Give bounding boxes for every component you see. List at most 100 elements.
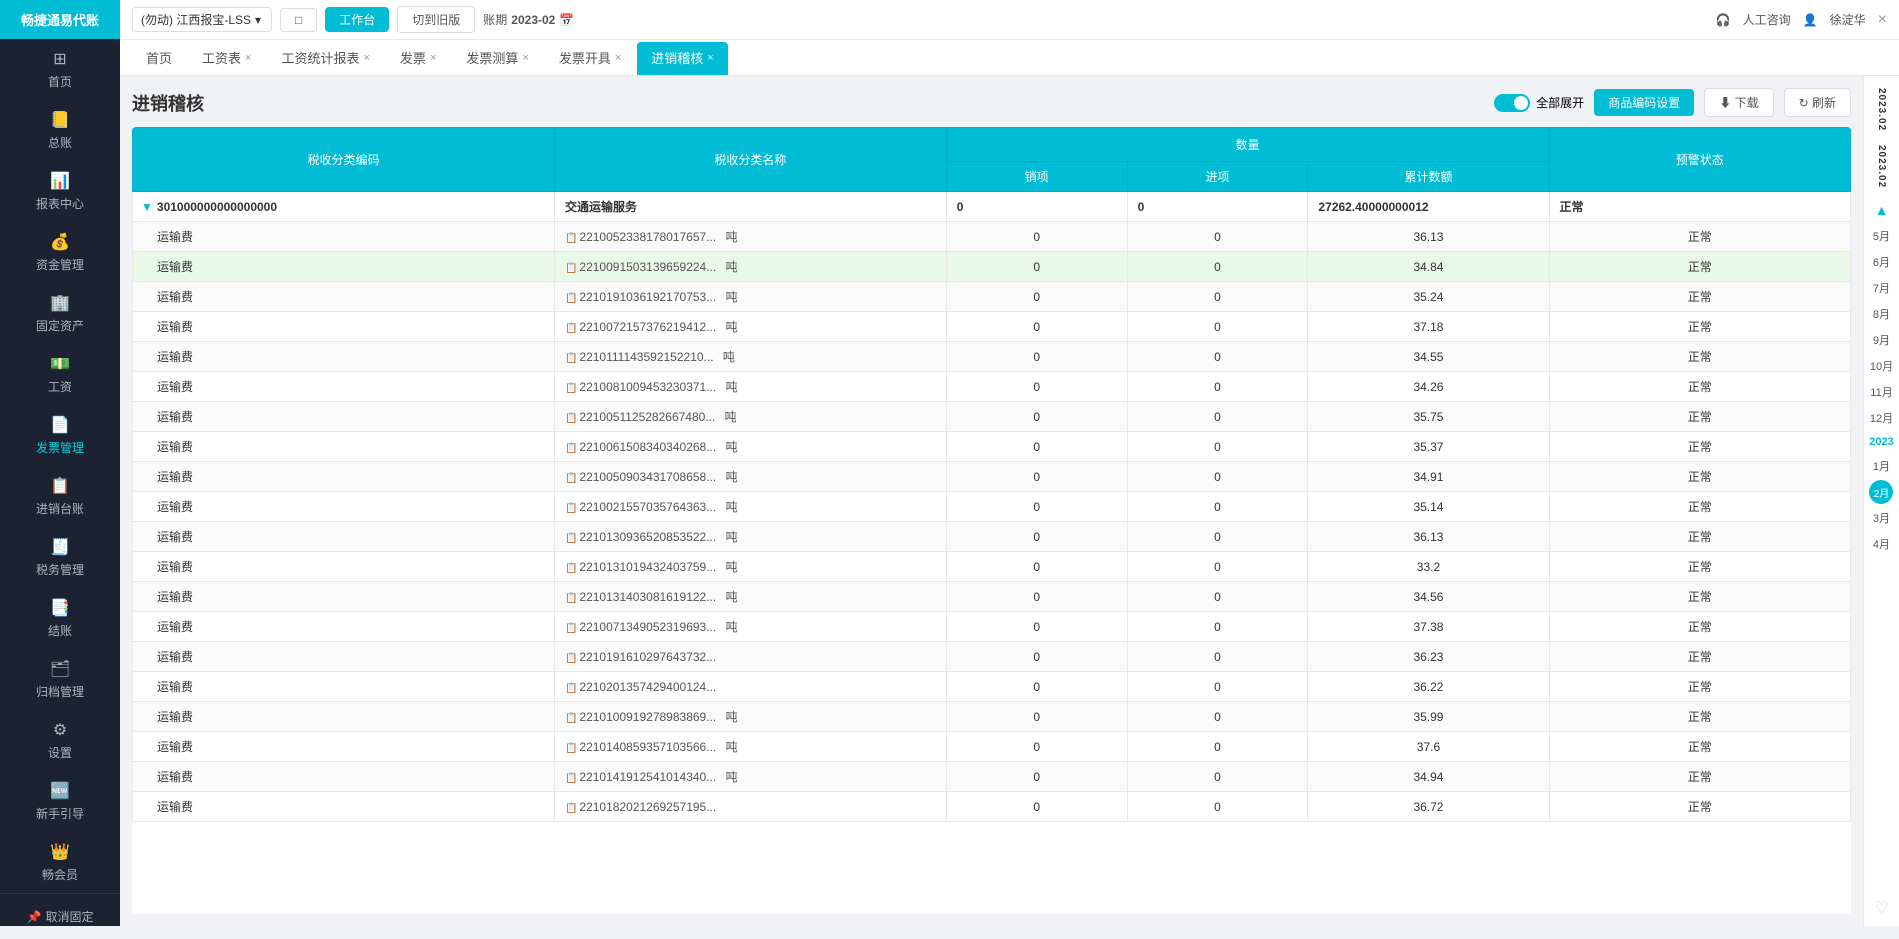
table-row[interactable]: 运输费 📋2210140859357103566... 吨 0 0 37.6 正… xyxy=(133,732,1851,762)
tab-sales-check[interactable]: 进销稽核 × xyxy=(637,42,727,75)
table-row[interactable]: 运输费 📋2210071349052319693... 吨 0 0 37.38 … xyxy=(133,612,1851,642)
sidebar-item-invoice[interactable]: 📄 发票管理 xyxy=(0,405,120,466)
panel-month-11[interactable]: 11月 xyxy=(1868,380,1894,404)
panel-month-10[interactable]: 10月 xyxy=(1868,354,1895,378)
workbench-button[interactable]: 工作台 xyxy=(325,7,389,32)
table-row[interactable]: 运输费 📋2210141912541014340... 吨 0 0 34.94 … xyxy=(133,762,1851,792)
table-row[interactable]: 运输费 📋2210051125282667480... 吨 0 0 35.75 … xyxy=(133,402,1851,432)
panel-month-6[interactable]: 6月 xyxy=(1871,250,1892,274)
table-row[interactable]: 运输费 📋2210072157376219412... 吨 0 0 37.18 … xyxy=(133,312,1851,342)
panel-month-4[interactable]: 4月 xyxy=(1871,532,1892,556)
sidebar-item-newguide[interactable]: 🆕 新手引导 xyxy=(0,771,120,832)
tabbar: 首页 工资表 × 工资统计报表 × 发票 × 发票测算 × 发票开具 × 进销稽… xyxy=(120,40,1899,76)
table-row[interactable]: 运输费 📋2210191036192170753... 吨 0 0 35.24 … xyxy=(133,282,1851,312)
cell-invoice: 📋2210182021269257195... xyxy=(554,792,946,822)
tab-salary[interactable]: 工资表 × xyxy=(188,42,265,75)
heart-icon: ♡ xyxy=(1874,900,1888,917)
table-row[interactable]: 运输费 📋2210021557035764363... 吨 0 0 35.14 … xyxy=(133,492,1851,522)
panel-month-12[interactable]: 12月 xyxy=(1868,406,1895,430)
sidebar-item-archive[interactable]: 🗂 归档管理 xyxy=(0,649,120,710)
cell-invoice: 📋2210131403081619122... 吨 xyxy=(554,582,946,612)
table-row[interactable]: 运输费 📋2210201357429400124... 0 0 36.22 正常 xyxy=(133,672,1851,702)
panel-month-3[interactable]: 3月 xyxy=(1871,506,1892,530)
table-row[interactable]: 运输费 📋2210050903431708658... 吨 0 0 34.91 … xyxy=(133,462,1851,492)
cell-cumulative: 37.18 xyxy=(1308,312,1549,342)
cell-name: 运输费 xyxy=(133,672,555,702)
cell-status: 正常 xyxy=(1549,282,1850,312)
panel-year2[interactable]: 2023.02 xyxy=(1874,141,1889,192)
table-row[interactable]: 运输费 📋2210061508340340268... 吨 0 0 35.37 … xyxy=(133,432,1851,462)
close-icon[interactable]: × xyxy=(430,52,436,64)
file-icon: 📋 xyxy=(565,563,577,574)
download-btn[interactable]: ⬇ 下载 xyxy=(1704,88,1773,117)
table-row[interactable]: 运输费 📋2210131019432403759... 吨 0 0 33.2 正… xyxy=(133,552,1851,582)
close-icon[interactable]: × xyxy=(707,52,713,64)
cell-purchase: 0 xyxy=(1127,672,1308,702)
panel-year3[interactable]: 2023 xyxy=(1867,432,1895,452)
cell-name: 运输费 xyxy=(133,702,555,732)
panel-heart[interactable]: ♡ xyxy=(1874,898,1888,926)
cell-name: 运输费 xyxy=(133,642,555,672)
sidebar-item-settings[interactable]: ⚙ 设置 xyxy=(0,710,120,771)
unit-tag: 吨 xyxy=(723,350,735,364)
company-selector[interactable]: (勿动) 江西报宝-LSS ▾ xyxy=(132,7,272,32)
panel-year1[interactable]: 2023.02 xyxy=(1874,84,1889,135)
cell-purchase: 0 xyxy=(1127,222,1308,252)
table-row[interactable]: 运输费 📋2210191610297643732... 0 0 36.23 正常 xyxy=(133,642,1851,672)
expand-toggle[interactable] xyxy=(1494,94,1530,112)
panel-month-7[interactable]: 7月 xyxy=(1871,276,1892,300)
panel-month-5[interactable]: 5月 xyxy=(1871,224,1892,248)
close-icon[interactable]: × xyxy=(363,52,369,64)
table-row[interactable]: 运输费 📋2210100919278983869... 吨 0 0 35.99 … xyxy=(133,702,1851,732)
close-icon[interactable]: × xyxy=(615,52,621,64)
table-row[interactable]: 运输费 📋2210091503139659224... 吨 0 0 34.84 … xyxy=(133,252,1851,282)
table-row[interactable]: ▼301000000000000000 交通运输服务 0 0 27262.400… xyxy=(133,192,1851,222)
cell-status: 正常 xyxy=(1549,432,1850,462)
unpin-button[interactable]: 📌 取消固定 xyxy=(0,902,120,931)
cell-sales: 0 xyxy=(946,582,1127,612)
sidebar-item-tax[interactable]: 🧾 税务管理 xyxy=(0,527,120,588)
switch-old-button[interactable]: 切到旧版 xyxy=(397,6,475,33)
table-row[interactable]: 运输费 📋2210052338178017657... 吨 0 0 36.13 … xyxy=(133,222,1851,252)
panel-month-9[interactable]: 9月 xyxy=(1871,328,1892,352)
table-row[interactable]: 运输费 📋2210182021269257195... 0 0 36.72 正常 xyxy=(133,792,1851,822)
table-row[interactable]: 运输费 📋2210111143592152210... 吨 0 0 34.55 … xyxy=(133,342,1851,372)
tab-invoice[interactable]: 发票 × xyxy=(386,42,450,75)
close-button[interactable]: × xyxy=(1878,11,1887,29)
cell-invoice: 📋2210141912541014340... 吨 xyxy=(554,762,946,792)
sidebar-item-ledger[interactable]: 📒 总账 xyxy=(0,100,120,161)
app-logo: 畅捷通易代账 xyxy=(0,0,120,39)
tab-invoice-calc[interactable]: 发票测算 × xyxy=(452,42,542,75)
sidebar-item-capital[interactable]: 💰 资金管理 xyxy=(0,222,120,283)
settings-btn[interactable]: 商品编码设置 xyxy=(1594,89,1694,116)
calendar-icon[interactable]: 📅 xyxy=(559,13,574,27)
sidebar-item-home[interactable]: ⊞ 首页 xyxy=(0,39,120,100)
cell-cumulative: 34.55 xyxy=(1308,342,1549,372)
panel-month-8[interactable]: 8月 xyxy=(1871,302,1892,326)
expand-icon[interactable]: ▼ xyxy=(141,200,153,214)
user-service[interactable]: 人工咨询 xyxy=(1743,11,1791,28)
tab-salary-stat[interactable]: 工资统计报表 × xyxy=(267,42,383,75)
panel-month-1[interactable]: 1月 xyxy=(1871,454,1892,478)
table-row[interactable]: 运输费 📋2210081009453230371... 吨 0 0 34.26 … xyxy=(133,372,1851,402)
sidebar-item-purchase[interactable]: 📋 进销台账 xyxy=(0,466,120,527)
tab-home[interactable]: 首页 xyxy=(132,42,186,75)
close-icon[interactable]: × xyxy=(522,52,528,64)
close-icon[interactable]: × xyxy=(245,52,251,64)
cell-cumulative: 35.24 xyxy=(1308,282,1549,312)
file-icon: 📋 xyxy=(565,683,577,694)
table-row[interactable]: 运输费 📋2210130936520853522... 吨 0 0 36.13 … xyxy=(133,522,1851,552)
table-row[interactable]: 运输费 📋2210131403081619122... 吨 0 0 34.56 … xyxy=(133,582,1851,612)
sidebar-item-report[interactable]: 📊 报表中心 xyxy=(0,161,120,222)
sidebar-item-settle[interactable]: 📑 结账 xyxy=(0,588,120,649)
tab-invoice-open[interactable]: 发票开具 × xyxy=(545,42,635,75)
panel-chevron-up[interactable]: ▲ xyxy=(1873,198,1891,222)
sidebar-item-assets[interactable]: 🏢 固定资产 xyxy=(0,283,120,344)
sidebar-item-member[interactable]: 👑 畅会员 xyxy=(0,832,120,893)
cell-status: 正常 xyxy=(1549,402,1850,432)
cell-name: 运输费 xyxy=(133,252,555,282)
sidebar-item-salary[interactable]: 💵 工资 xyxy=(0,344,120,405)
panel-month-2-active[interactable]: 2月 xyxy=(1869,480,1893,504)
refresh-btn[interactable]: ↻ 刷新 xyxy=(1784,88,1851,117)
copy-button[interactable]: □ xyxy=(280,8,317,32)
